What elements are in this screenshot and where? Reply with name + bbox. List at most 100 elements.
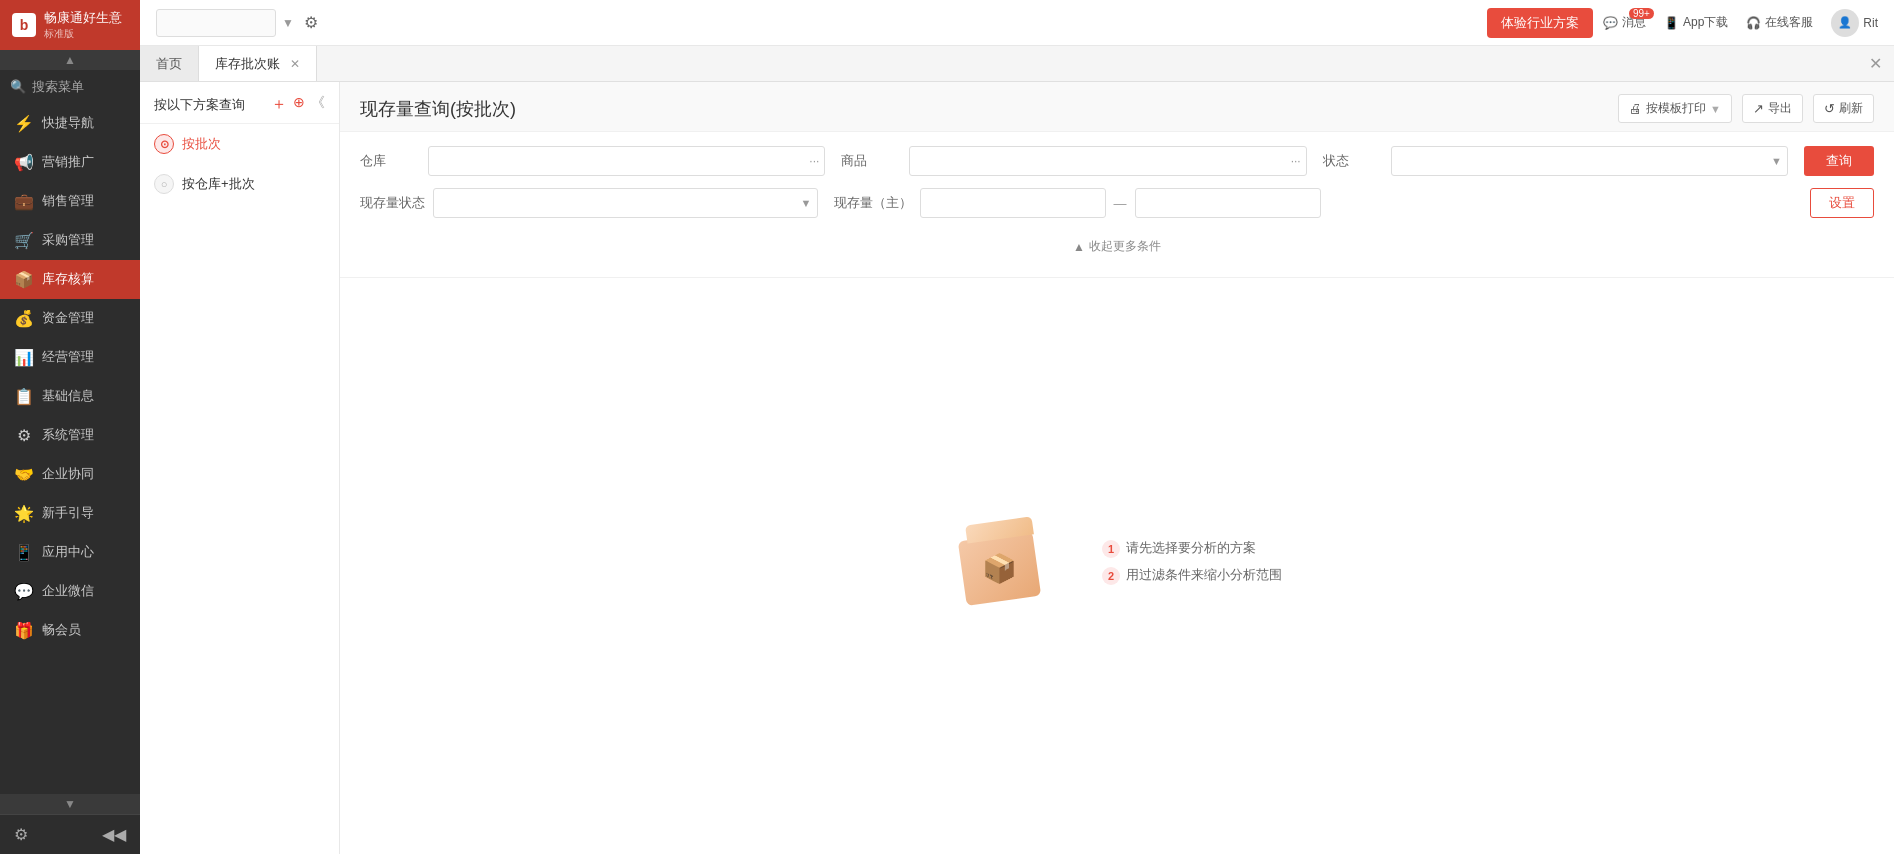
scheme-item-warehouse-batch[interactable]: ○ 按仓库+批次 [140, 164, 339, 204]
sidebar-item-wechat[interactable]: 💬 企业微信 [0, 572, 140, 611]
headset-icon: 🎧 [1746, 16, 1761, 30]
status-label: 状态 [1323, 152, 1383, 170]
chevron-up-icon: ▲ [1073, 240, 1085, 254]
product-label: 商品 [841, 152, 901, 170]
tab-close-icon[interactable]: ✕ [290, 57, 300, 71]
page-title-bar: 现存量查询(按批次) 🖨 按模板打印 ▼ ↗ 导出 ↺ 刷新 [340, 82, 1894, 132]
messages-badge: 99+ [1629, 8, 1654, 19]
add-scheme-icon[interactable]: ＋ [271, 94, 287, 115]
sidebar-header: b 畅康通好生意 标准版 [0, 0, 140, 50]
topbar-search-input[interactable] [156, 9, 276, 37]
sidebar-search[interactable]: 🔍 搜索菜单 [0, 70, 140, 104]
enterprise-icon: 🤝 [14, 465, 34, 484]
collapse-panel-icon[interactable]: 《 [311, 94, 325, 115]
scheme-icon-batch: ⊙ [154, 134, 174, 154]
inventory-qty-max[interactable] [1135, 188, 1321, 218]
sidebar-item-purchase[interactable]: 🛒 采购管理 [0, 221, 140, 260]
system-icon: ⚙ [14, 426, 34, 445]
settings-footer-icon[interactable]: ⚙ [14, 825, 28, 844]
tab-inventory-batch[interactable]: 库存批次账 ✕ [199, 46, 317, 81]
basic-info-icon: 📋 [14, 387, 34, 406]
sidebar-item-member[interactable]: 🎁 畅会员 [0, 611, 140, 650]
topbar-gear-icon[interactable]: ⚙ [304, 13, 318, 32]
sidebar-item-label-system: 系统管理 [42, 426, 94, 444]
sidebar-item-newbie[interactable]: 🌟 新手引导 [0, 494, 140, 533]
sidebar-item-label-member: 畅会员 [42, 621, 81, 639]
app-download-label: App下载 [1683, 14, 1728, 31]
chevron-down-icon[interactable]: ▼ [282, 16, 294, 30]
sidebar-scroll-up[interactable]: ▲ [0, 50, 140, 70]
user-avatar-icon: 👤 [1838, 16, 1852, 29]
product-input[interactable] [909, 146, 1306, 176]
sidebar-item-basic-info[interactable]: 📋 基础信息 [0, 377, 140, 416]
sidebar-item-marketing[interactable]: 📢 营销推广 [0, 143, 140, 182]
status-select[interactable] [1391, 146, 1788, 176]
page-title-actions: 🖨 按模板打印 ▼ ↗ 导出 ↺ 刷新 [1618, 94, 1874, 123]
app-download-button[interactable]: 📱 App下载 [1664, 14, 1728, 31]
app-name-block: 畅康通好生意 标准版 [44, 10, 122, 40]
sidebar-item-appstore[interactable]: 📱 应用中心 [0, 533, 140, 572]
filter-area: 仓库 ··· 商品 ··· 状态 [340, 132, 1894, 278]
sidebar-item-inventory[interactable]: 📦 库存核算 [0, 260, 140, 299]
inventory-status-label: 现存量状态 [360, 194, 425, 212]
empty-hint-2: 2 用过滤条件来缩小分析范围 [1102, 566, 1282, 585]
inventory-qty-min[interactable] [920, 188, 1106, 218]
tab-inventory-batch-label: 库存批次账 [215, 55, 280, 73]
sidebar-item-label-inventory: 库存核算 [42, 270, 94, 288]
product-more-icon[interactable]: ··· [1291, 154, 1301, 168]
purchase-icon: 🛒 [14, 231, 34, 250]
left-panel: 按以下方案查询 ＋ ⊕ 《 ⊙ 按批次 ○ 按仓库+批次 [140, 82, 340, 854]
scheme-settings-icon[interactable]: ⊕ [293, 94, 305, 115]
export-button[interactable]: ↗ 导出 [1742, 94, 1803, 123]
sidebar-item-finance[interactable]: 💰 资金管理 [0, 299, 140, 338]
inventory-status-select[interactable] [433, 188, 818, 218]
scheme-panel-title: 按以下方案查询 [154, 96, 245, 114]
empty-hint-num1: 1 [1102, 540, 1120, 558]
app-logo: b [12, 13, 36, 37]
refresh-label: 刷新 [1839, 100, 1863, 117]
print-dropdown-icon[interactable]: ▼ [1710, 103, 1721, 115]
user-profile-button[interactable]: 👤 Rit [1831, 9, 1878, 37]
main-panel-close[interactable]: ✕ [1857, 46, 1894, 81]
empty-text-area: 1 请先选择要分析的方案 2 用过滤条件来缩小分析范围 [1102, 539, 1282, 593]
refresh-icon: ↺ [1824, 101, 1835, 116]
sidebar-item-label-marketing: 营销推广 [42, 153, 94, 171]
scheme-item-batch[interactable]: ⊙ 按批次 [140, 124, 339, 164]
topbar: ▼ ⚙ 体验行业方案 💬 消息 99+ 📱 App下载 🎧 在线客服 👤 [140, 0, 1894, 46]
message-icon: 💬 [1603, 16, 1618, 30]
scheme-label-batch: 按批次 [182, 135, 221, 153]
inventory-qty-label: 现存量（主） [834, 194, 912, 212]
operations-icon: 📊 [14, 348, 34, 367]
trial-button[interactable]: 体验行业方案 [1487, 8, 1593, 38]
scheme-label-warehouse-batch: 按仓库+批次 [182, 175, 255, 193]
empty-state: 📦 1 请先选择要分析的方案 2 用过滤条件来缩小分析范围 [340, 278, 1894, 854]
settings-button[interactable]: 设置 [1810, 188, 1874, 218]
sales-icon: 💼 [14, 192, 34, 211]
collapse-sidebar-icon[interactable]: ◀◀ [102, 825, 126, 844]
sidebar-item-enterprise[interactable]: 🤝 企业协同 [0, 455, 140, 494]
product-input-wrapper: ··· [909, 146, 1306, 176]
empty-illustration: 📦 [952, 506, 1072, 626]
app-version: 标准版 [44, 27, 122, 40]
refresh-button[interactable]: ↺ 刷新 [1813, 94, 1874, 123]
warehouse-more-icon[interactable]: ··· [809, 154, 819, 168]
sidebar-item-system[interactable]: ⚙ 系统管理 [0, 416, 140, 455]
print-template-button[interactable]: 🖨 按模板打印 ▼ [1618, 94, 1732, 123]
user-avatar: 👤 [1831, 9, 1859, 37]
sidebar-item-quick-nav[interactable]: ⚡ 快捷导航 [0, 104, 140, 143]
wechat-icon: 💬 [14, 582, 34, 601]
warehouse-input[interactable] [428, 146, 825, 176]
tab-home[interactable]: 首页 [140, 46, 199, 81]
online-service-button[interactable]: 🎧 在线客服 [1746, 14, 1813, 31]
main-area: ▼ ⚙ 体验行业方案 💬 消息 99+ 📱 App下载 🎧 在线客服 👤 [140, 0, 1894, 854]
sidebar-scroll-down[interactable]: ▼ [0, 794, 140, 814]
range-dash: — [1114, 196, 1127, 211]
right-panel: 现存量查询(按批次) 🖨 按模板打印 ▼ ↗ 导出 ↺ 刷新 [340, 82, 1894, 854]
query-button[interactable]: 查询 [1804, 146, 1874, 176]
empty-hint-num2: 2 [1102, 567, 1120, 585]
messages-button[interactable]: 💬 消息 99+ [1603, 14, 1646, 31]
sidebar-item-operations[interactable]: 📊 经营管理 [0, 338, 140, 377]
sidebar-item-sales[interactable]: 💼 销售管理 [0, 182, 140, 221]
sidebar-item-label-quicknav: 快捷导航 [42, 114, 94, 132]
collapse-more-conditions[interactable]: ▲ 收起更多条件 [360, 230, 1874, 263]
